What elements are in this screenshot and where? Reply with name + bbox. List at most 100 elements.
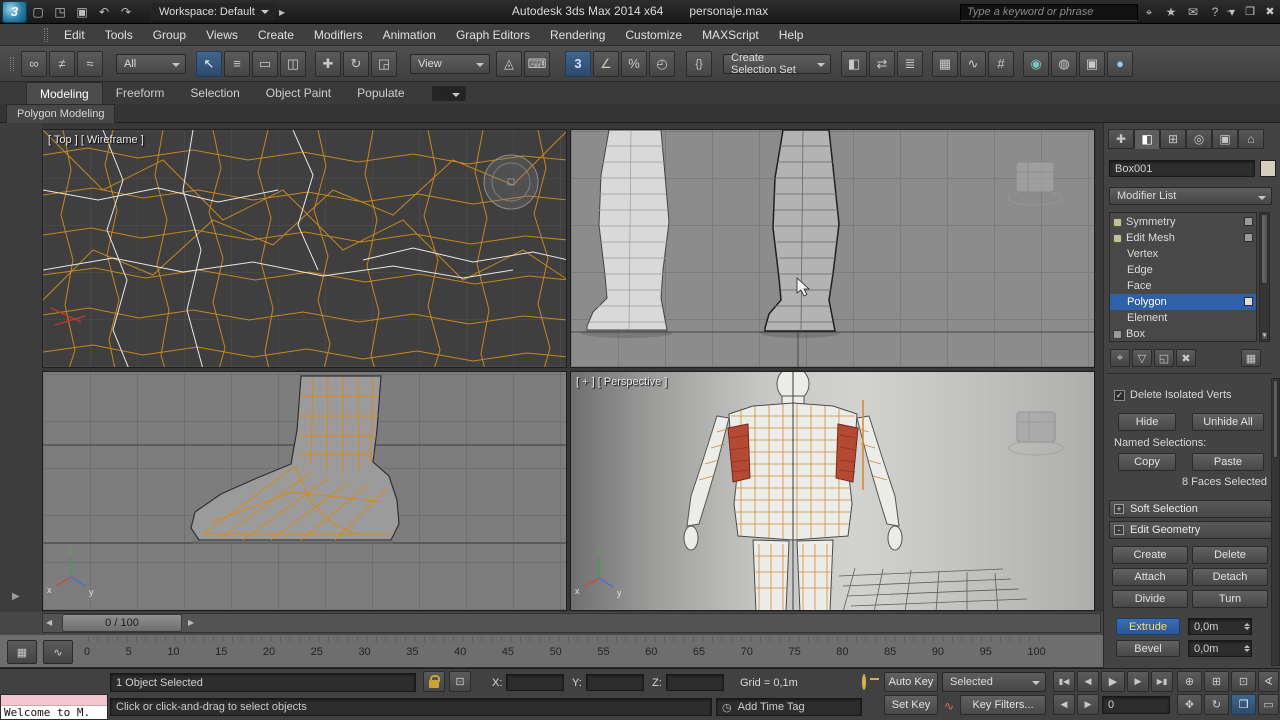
align-icon[interactable]: ⇄ — [869, 50, 895, 77]
menu-help[interactable]: Help — [769, 24, 814, 46]
zoom-all-icon[interactable]: ⊞ — [1204, 671, 1229, 692]
modify-tab[interactable]: ◧ — [1134, 129, 1160, 149]
ribbon-tab-selection[interactable]: Selection — [177, 82, 252, 104]
go-to-start-button[interactable]: ▮◀ — [1053, 671, 1075, 692]
selection-filter-dropdown[interactable]: All — [116, 53, 186, 74]
spinner-down-icon[interactable] — [1244, 627, 1250, 633]
curve-editor-icon[interactable]: ∿ — [960, 50, 986, 77]
attach-button[interactable]: Attach — [1112, 568, 1188, 586]
panel-scrollbar-thumb[interactable] — [1273, 380, 1278, 458]
previous-key-button[interactable]: ◀ — [1053, 694, 1075, 715]
bevel-spinner[interactable]: 0,0m — [1188, 640, 1252, 657]
ribbon-flyout-button[interactable] — [431, 85, 466, 101]
select-and-rotate-icon[interactable]: ↻ — [343, 50, 369, 77]
unlink-selection-icon[interactable]: ≠ — [49, 50, 75, 77]
bevel-value-field[interactable]: 0,0m — [1188, 640, 1252, 657]
time-slider-right-icon[interactable]: ▶ — [188, 618, 194, 627]
ribbon-tab-populate[interactable]: Populate — [344, 82, 417, 104]
select-and-move-icon[interactable]: ✚ — [315, 50, 341, 77]
select-object-icon[interactable]: ↖ — [196, 50, 222, 77]
menu-maxscript[interactable]: MAXScript — [692, 24, 769, 46]
base-object-box[interactable]: Box — [1110, 326, 1256, 342]
keyboard-override-icon[interactable]: ⌨ — [524, 50, 550, 77]
pan-view-icon[interactable]: ✥ — [1177, 694, 1202, 715]
spinner-up-icon[interactable] — [1244, 642, 1250, 648]
next-frame-button[interactable]: ▶ — [1127, 671, 1149, 692]
play-button[interactable]: ▶ — [1101, 671, 1125, 692]
selected-set-dropdown[interactable]: Selected — [942, 672, 1046, 692]
angle-snap-icon[interactable]: ∠ — [593, 50, 619, 77]
auto-key-button[interactable]: Auto Key — [884, 672, 938, 692]
hierarchy-tab[interactable]: ⊞ — [1160, 129, 1186, 149]
save-file-icon[interactable]: ▣ — [71, 3, 93, 21]
object-name-field[interactable]: Box001 — [1109, 160, 1255, 177]
go-to-end-button[interactable]: ▶▮ — [1151, 671, 1173, 692]
selection-lock-toggle[interactable] — [423, 671, 445, 692]
menu-group[interactable]: Group — [143, 24, 196, 46]
mini-curve-editor-icon[interactable]: ∿ — [43, 640, 73, 664]
viewport-perspective-label[interactable]: [ + ] [ Perspective ] — [576, 376, 667, 388]
autokey-key-icon[interactable] — [862, 674, 866, 690]
unhide-all-button[interactable]: Unhide All — [1192, 413, 1264, 431]
ribbon-tab-object-paint[interactable]: Object Paint — [253, 82, 344, 104]
set-key-wave-icon[interactable]: ∿ — [944, 699, 954, 713]
extrude-value-field[interactable]: 0,0m — [1188, 618, 1252, 635]
infocenter-search-icon[interactable]: ⌖ — [1138, 3, 1160, 21]
undo-icon[interactable]: ↶ — [93, 3, 115, 21]
absolute-offset-toggle[interactable]: ⊡ — [449, 671, 471, 692]
time-tag-field[interactable]: ◷ Add Time Tag — [716, 698, 862, 716]
toolbar-grip[interactable] — [10, 56, 14, 71]
visibility-bulb-icon[interactable] — [1113, 233, 1122, 243]
listener-script-row[interactable]: Welcome to M. — [1, 706, 107, 719]
maximize-viewport-toggle[interactable]: ❒ — [1231, 694, 1256, 715]
rendered-frame-icon[interactable]: ▣ — [1079, 50, 1105, 77]
delete-isolated-verts-row[interactable]: ✓ Delete Isolated Verts — [1114, 389, 1232, 401]
menu-create[interactable]: Create — [248, 24, 304, 46]
copy-button[interactable]: Copy — [1118, 453, 1176, 471]
zoom-extents-icon[interactable]: ⊡ — [1231, 671, 1256, 692]
ribbon-tab-modeling[interactable]: Modeling — [26, 82, 103, 104]
field-of-view-icon[interactable]: ∢ — [1258, 671, 1279, 692]
previous-frame-button[interactable]: ◀ — [1077, 671, 1099, 692]
y-field[interactable] — [586, 674, 644, 691]
key-filters-button[interactable]: Key Filters... — [960, 695, 1046, 715]
z-field[interactable] — [666, 674, 724, 691]
modifier-list-dropdown[interactable]: Modifier List — [1109, 187, 1272, 205]
app-menu-button[interactable]: 3 — [2, 0, 27, 23]
modifier-toggle-icon[interactable] — [1244, 233, 1253, 242]
stack-scrollbar[interactable]: ▼ — [1259, 212, 1270, 342]
spinner-snap-icon[interactable]: ◴ — [649, 50, 675, 77]
new-scene-icon[interactable]: ▢ — [27, 3, 49, 21]
viewport-layout-icon[interactable]: ▭ — [1258, 694, 1279, 715]
stack-scroll-down-icon[interactable]: ▼ — [1261, 331, 1268, 340]
reference-coordinate-dropdown[interactable]: View — [410, 53, 490, 74]
modifier-toggle-icon[interactable] — [1244, 217, 1253, 226]
rollout-expand-icon[interactable]: + — [1114, 504, 1124, 514]
window-crossing-icon[interactable]: ◫ — [280, 50, 306, 77]
ribbon-tab-freeform[interactable]: Freeform — [103, 82, 178, 104]
sidebar-expander-icon[interactable]: ▶ — [12, 591, 20, 602]
subobject-polygon[interactable]: Polygon — [1110, 294, 1256, 310]
hide-button[interactable]: Hide — [1118, 413, 1176, 431]
viewport-top[interactable]: [ Top ] [ Wireframe ] — [42, 129, 567, 368]
named-selection-set-dropdown[interactable]: Create Selection Set — [723, 52, 831, 76]
create-tab[interactable]: ✚ — [1108, 129, 1134, 149]
viewport-perspective[interactable]: [ + ] [ Perspective ] z x y — [570, 371, 1095, 611]
zoom-icon[interactable]: ⊕ — [1177, 671, 1202, 692]
ribbon-toggle-icon[interactable]: ▦ — [932, 50, 958, 77]
modifier-toggle-icon[interactable] — [1244, 297, 1253, 306]
utilities-tab[interactable]: ⌂ — [1238, 129, 1264, 149]
workspace-flyout-icon[interactable]: ▸ — [275, 3, 289, 21]
current-frame-field[interactable]: 0 — [1102, 696, 1170, 714]
open-file-icon[interactable]: ◳ — [49, 3, 71, 21]
maxscript-mini-listener[interactable]: Welcome to M. — [0, 694, 108, 720]
modifier-stack-item-edit-mesh[interactable]: Edit Mesh — [1110, 230, 1256, 246]
select-by-name-icon[interactable]: ≡ — [224, 50, 250, 77]
spinner-down-icon[interactable] — [1244, 649, 1250, 655]
object-color-swatch[interactable] — [1260, 160, 1276, 177]
extrude-spinner[interactable]: 0,0m — [1188, 618, 1252, 635]
time-ruler[interactable]: ▦ ∿ 0 5 10 15 20 25 30 35 40 45 50 55 60… — [0, 634, 1103, 668]
viewport-top-label[interactable]: [ Top ] [ Wireframe ] — [48, 134, 144, 146]
workspace-dropdown[interactable]: Workspace: Default — [151, 3, 275, 20]
favorites-icon[interactable]: ★ — [1160, 3, 1182, 21]
